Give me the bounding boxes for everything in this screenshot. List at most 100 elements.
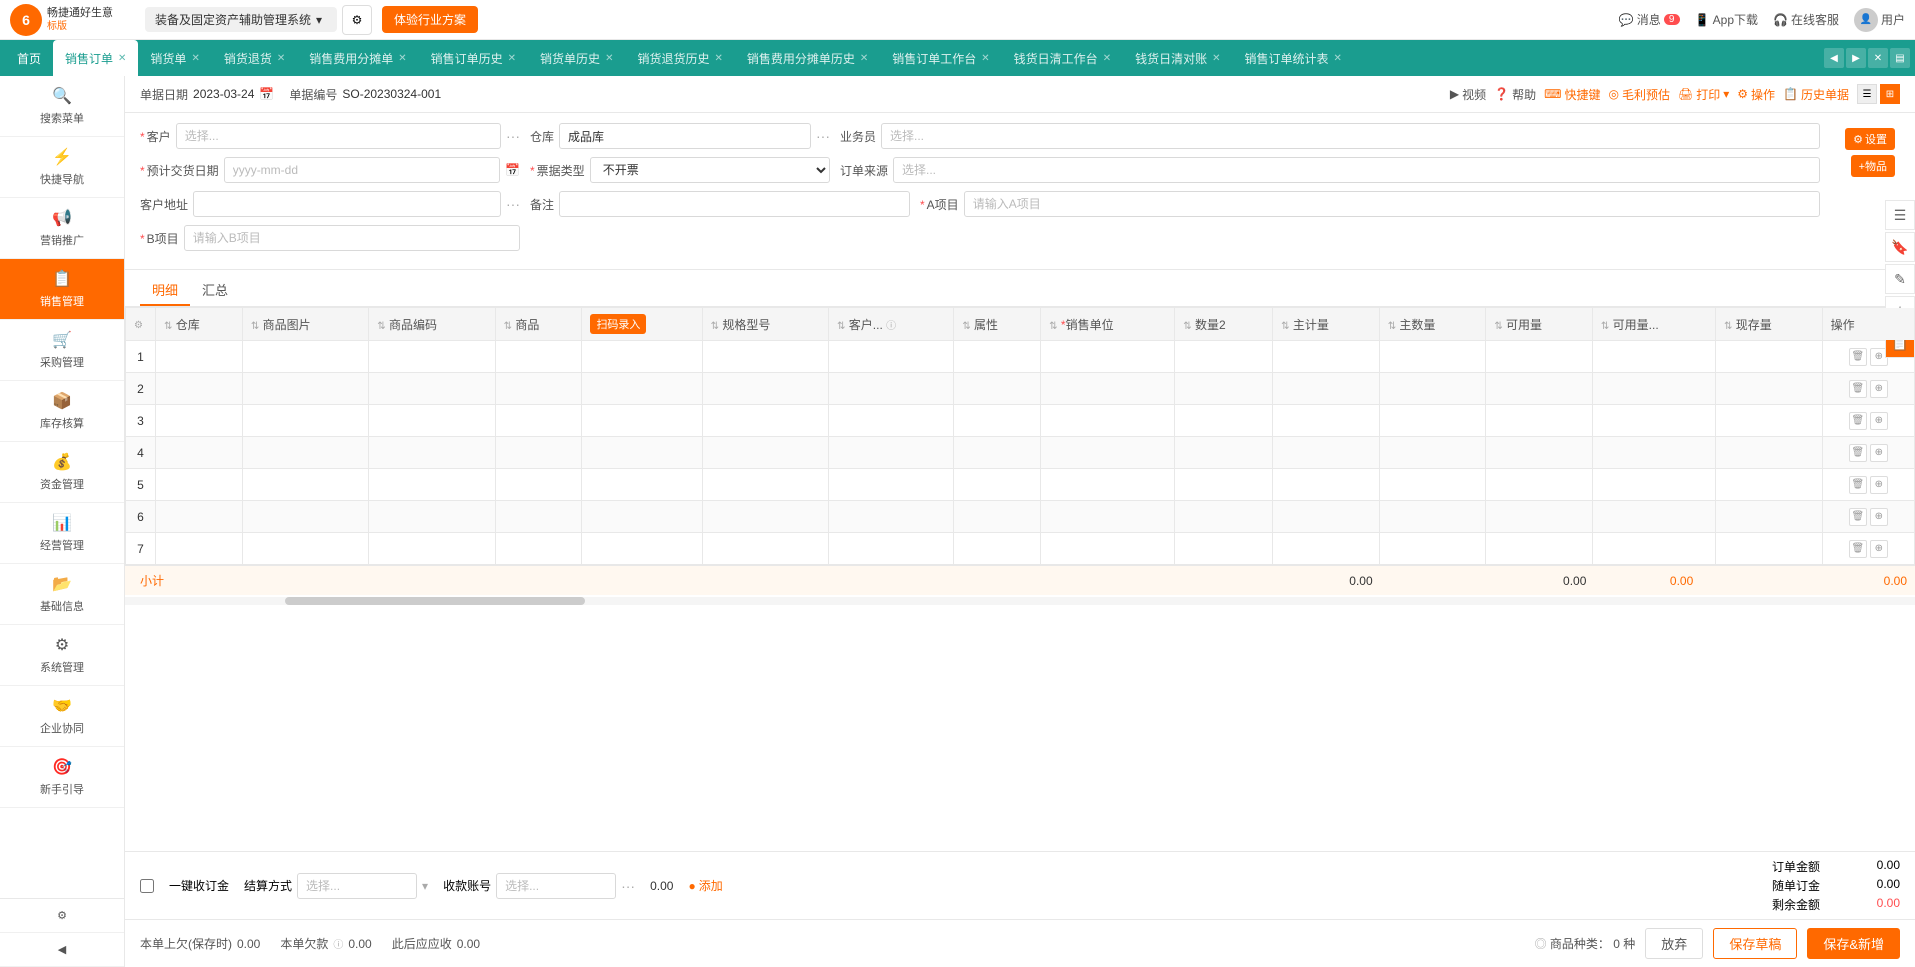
row-main-qty[interactable] xyxy=(1379,341,1486,373)
row-customer-code[interactable] xyxy=(829,373,954,405)
row-attr[interactable] xyxy=(954,373,1041,405)
sidebar-item-collab[interactable]: 🤝 企业协同 xyxy=(0,686,124,747)
sidebar-collapse-btn[interactable]: ◀ xyxy=(0,933,124,967)
delete-row-btn[interactable]: 🗑 xyxy=(1849,380,1867,398)
remark-input[interactable] xyxy=(559,191,910,217)
row-code[interactable] xyxy=(369,405,495,437)
tab-detail[interactable]: 明细 xyxy=(140,275,190,306)
copy-row-btn[interactable]: ⊕ xyxy=(1870,508,1888,526)
add-goods-btn[interactable]: +物品 xyxy=(1851,155,1895,177)
sidebar-item-search[interactable]: 🔍 搜索菜单 xyxy=(0,76,124,137)
sidebar-item-operation[interactable]: 📊 经营管理 xyxy=(0,503,124,564)
quick-settle-checkbox[interactable] xyxy=(140,879,154,893)
salesperson-input[interactable] xyxy=(881,123,1820,149)
close-icon[interactable]: ✕ xyxy=(398,53,406,64)
row-customer-code[interactable] xyxy=(829,469,954,501)
copy-row-btn[interactable]: ⊕ xyxy=(1870,412,1888,430)
tab-expense-history[interactable]: 销售费用分摊单历史 ✕ xyxy=(735,40,880,76)
tab-order-history[interactable]: 销售订单历史 ✕ xyxy=(419,40,528,76)
row-main-qty[interactable] xyxy=(1379,437,1486,469)
settings-btn[interactable]: ⚙ 设置 xyxy=(1845,128,1895,150)
delete-row-btn[interactable]: 🗑 xyxy=(1849,476,1867,494)
row-unit[interactable] xyxy=(1041,533,1175,565)
right-panel-btn-3[interactable]: ✎ xyxy=(1885,264,1915,294)
print-btn[interactable]: 🖨 打印 ▾ xyxy=(1678,86,1729,103)
sidebar-item-nav[interactable]: ⚡ 快捷导航 xyxy=(0,137,124,198)
history-btn[interactable]: 📋 历史单据 xyxy=(1783,86,1849,103)
row-customer-code[interactable] xyxy=(829,501,954,533)
row-goods[interactable] xyxy=(495,405,582,437)
row-spec[interactable] xyxy=(702,373,828,405)
order-source-input[interactable] xyxy=(893,157,1820,183)
row-spec[interactable] xyxy=(702,405,828,437)
row-code[interactable] xyxy=(369,373,495,405)
tab-order-stats[interactable]: 销售订单统计表 ✕ xyxy=(1232,40,1353,76)
close-icon[interactable]: ✕ xyxy=(714,53,722,64)
row-goods[interactable] xyxy=(495,373,582,405)
tab-return-history[interactable]: 销货退货历史 ✕ xyxy=(625,40,734,76)
gear-col-icon[interactable]: ⚙ xyxy=(134,320,143,331)
row-code[interactable] xyxy=(369,501,495,533)
row-qty2[interactable] xyxy=(1175,373,1273,405)
row-warehouse[interactable] xyxy=(156,501,243,533)
delivery-input[interactable] xyxy=(224,157,500,183)
row-unit[interactable] xyxy=(1041,405,1175,437)
row-customer-code[interactable] xyxy=(829,405,954,437)
delivery-calendar-icon[interactable]: 📅 xyxy=(505,163,520,177)
row-attr[interactable] xyxy=(954,501,1041,533)
layout-grid-btn[interactable]: ⊞ xyxy=(1880,84,1900,104)
right-panel-btn-1[interactable]: ☰ xyxy=(1885,200,1915,230)
warehouse-input[interactable] xyxy=(559,123,811,149)
tab-invoice-history[interactable]: 销货单历史 ✕ xyxy=(528,40,625,76)
tab-sales-return[interactable]: 销货退货 ✕ xyxy=(212,40,297,76)
th-gear[interactable]: ⚙ xyxy=(126,308,156,341)
row-main-qty[interactable] xyxy=(1379,469,1486,501)
delete-row-btn[interactable]: 🗑 xyxy=(1849,348,1867,366)
a-project-input[interactable] xyxy=(964,191,1820,217)
tab-summary[interactable]: 汇总 xyxy=(190,275,240,306)
add-btn[interactable]: ● 添加 xyxy=(688,877,722,894)
nav-prev-btn[interactable]: ◀ xyxy=(1824,48,1844,68)
delete-row-btn[interactable]: 🗑 xyxy=(1849,412,1867,430)
profit-btn[interactable]: ◎ 毛利预估 xyxy=(1608,86,1670,103)
row-qty2[interactable] xyxy=(1175,341,1273,373)
row-unit[interactable] xyxy=(1041,373,1175,405)
sidebar-item-purchase[interactable]: 🛒 采购管理 xyxy=(0,320,124,381)
sidebar-item-finance[interactable]: 💰 资金管理 xyxy=(0,442,124,503)
row-main-qty[interactable] xyxy=(1379,373,1486,405)
row-code[interactable] xyxy=(369,533,495,565)
tab-sales-expense[interactable]: 销售费用分摊单 ✕ xyxy=(297,40,418,76)
row-qty2[interactable] xyxy=(1175,533,1273,565)
shortcut-btn[interactable]: ⌨ 快捷键 xyxy=(1544,86,1600,103)
row-goods[interactable] xyxy=(495,341,582,373)
row-qty2[interactable] xyxy=(1175,437,1273,469)
close-icon[interactable]: ✕ xyxy=(191,53,199,64)
warehouse-more-btn[interactable]: ··· xyxy=(816,128,830,144)
row-code[interactable] xyxy=(369,437,495,469)
row-code[interactable] xyxy=(369,469,495,501)
row-goods[interactable] xyxy=(495,501,582,533)
sidebar-item-inventory[interactable]: 📦 库存核算 xyxy=(0,381,124,442)
print-dropdown-icon[interactable]: ▾ xyxy=(1723,87,1729,101)
online-service-btn[interactable]: 🎧 在线客服 xyxy=(1773,11,1839,28)
delete-row-btn[interactable]: 🗑 xyxy=(1849,444,1867,462)
close-icon[interactable]: ✕ xyxy=(1334,53,1342,64)
help-btn[interactable]: ❓ 帮助 xyxy=(1494,86,1536,103)
row-spec[interactable] xyxy=(702,341,828,373)
sidebar-item-sales[interactable]: 📋 销售管理 xyxy=(0,259,124,320)
delete-row-btn[interactable]: 🗑 xyxy=(1849,508,1867,526)
row-unit[interactable] xyxy=(1041,437,1175,469)
close-icon[interactable]: ✕ xyxy=(118,53,126,64)
row-warehouse[interactable] xyxy=(156,405,243,437)
calendar-icon[interactable]: 📅 xyxy=(259,87,274,101)
account-more-btn[interactable]: ··· xyxy=(621,878,635,894)
copy-row-btn[interactable]: ⊕ xyxy=(1870,476,1888,494)
nav-menu-btn[interactable]: ▤ xyxy=(1890,48,1910,68)
tab-order-workspace[interactable]: 销售订单工作台 ✕ xyxy=(880,40,1001,76)
sidebar-item-guide[interactable]: 🎯 新手引导 xyxy=(0,747,124,808)
close-icon[interactable]: ✕ xyxy=(605,53,613,64)
row-attr[interactable] xyxy=(954,405,1041,437)
row-qty2[interactable] xyxy=(1175,405,1273,437)
settle-method-input[interactable] xyxy=(297,873,417,899)
right-panel-btn-2[interactable]: 🔖 xyxy=(1885,232,1915,262)
